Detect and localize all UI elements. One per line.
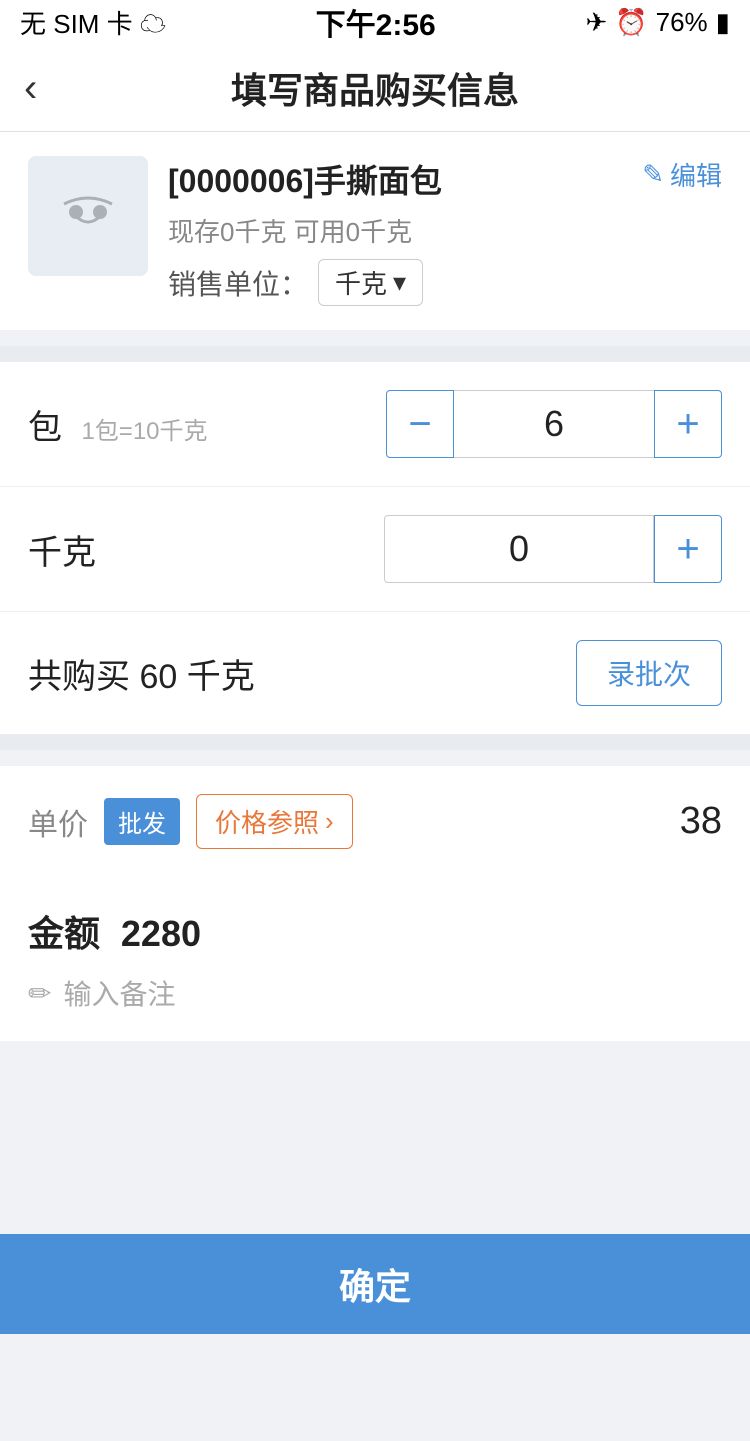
location-icon: ✈ (585, 7, 607, 38)
status-right: ✈ ⏰ 76% ▮ (585, 7, 730, 38)
section-divider-2 (0, 734, 750, 750)
kg-label: 千克 (28, 525, 384, 574)
bag-quantity-row: 包 1包=10千克 − + (0, 362, 750, 487)
amount-value: 2280 (121, 913, 201, 954)
unit-label: 销售单位： (168, 263, 308, 303)
bag-quantity-input[interactable] (454, 390, 654, 458)
input-section: 包 1包=10千克 − + 千克 + (0, 362, 750, 612)
price-section: 单价 批发 价格参照 › 38 (0, 766, 750, 877)
sim-status: 无 SIM 卡 ☁ (20, 4, 166, 41)
product-card: [0000006]手撕面包 现存0千克 可用0千克 销售单位： 千克 ▾ ✎ 编… (0, 132, 750, 330)
section-divider (0, 346, 750, 362)
batch-button[interactable]: 录批次 (576, 640, 722, 706)
product-image (28, 156, 148, 276)
kg-quantity-input[interactable] (384, 515, 654, 583)
nav-bar: ‹ 填写商品购买信息 (0, 44, 750, 132)
amount-row: 金额 2280 (28, 905, 722, 957)
status-bar: 无 SIM 卡 ☁ 下午2:56 ✈ ⏰ 76% ▮ (0, 0, 750, 44)
edit-icon: ✎ (642, 159, 664, 190)
battery-icon: ▮ (716, 7, 730, 38)
status-time: 下午2:56 (316, 0, 436, 44)
kg-quantity-control: + (384, 515, 722, 583)
confirm-button[interactable]: 确定 (339, 1258, 411, 1310)
edit-button[interactable]: ✎ 编辑 (642, 156, 722, 193)
product-stock: 现存0千克 可用0千克 (168, 212, 722, 249)
back-button[interactable]: ‹ (24, 68, 37, 108)
kg-plus-button[interactable]: + (654, 515, 722, 583)
price-type-tag: 批发 (104, 798, 180, 845)
total-row: 共购买 60 千克 录批次 (0, 612, 750, 734)
remark-placeholder: 输入备注 (63, 973, 175, 1013)
confirm-bar[interactable]: 确定 (0, 1234, 750, 1334)
page-title: 填写商品购买信息 (231, 62, 519, 114)
product-name: [0000006]手撕面包 (168, 156, 722, 202)
price-value: 38 (680, 800, 722, 843)
alarm-icon: ⏰ (615, 7, 647, 38)
amount-section: 金额 2280 ✏ 输入备注 (0, 877, 750, 1041)
product-info: [0000006]手撕面包 现存0千克 可用0千克 销售单位： 千克 ▾ (168, 156, 722, 306)
amount-label: 金额 (28, 913, 100, 954)
bag-label: 包 1包=10千克 (28, 400, 386, 449)
kg-quantity-row: 千克 + (0, 487, 750, 612)
bag-quantity-control: − + (386, 390, 722, 458)
bag-sub-label: 1包=10千克 (81, 418, 207, 445)
total-label: 共购买 60 千克 (28, 649, 255, 698)
product-logo-icon (56, 184, 120, 248)
chevron-down-icon: ▾ (393, 267, 406, 298)
bag-plus-button[interactable]: + (654, 390, 722, 458)
price-label: 单价 (28, 800, 88, 844)
status-left: 无 SIM 卡 ☁ (20, 4, 166, 41)
product-unit-row: 销售单位： 千克 ▾ (168, 259, 722, 306)
bag-minus-button[interactable]: − (386, 390, 454, 458)
chevron-right-icon: › (325, 806, 334, 837)
unit-select[interactable]: 千克 ▾ (318, 259, 423, 306)
battery-level: 76% (656, 7, 708, 38)
price-ref-button[interactable]: 价格参照 › (196, 794, 353, 849)
edit-remark-icon: ✏ (28, 977, 51, 1010)
remark-row[interactable]: ✏ 输入备注 (28, 973, 722, 1013)
